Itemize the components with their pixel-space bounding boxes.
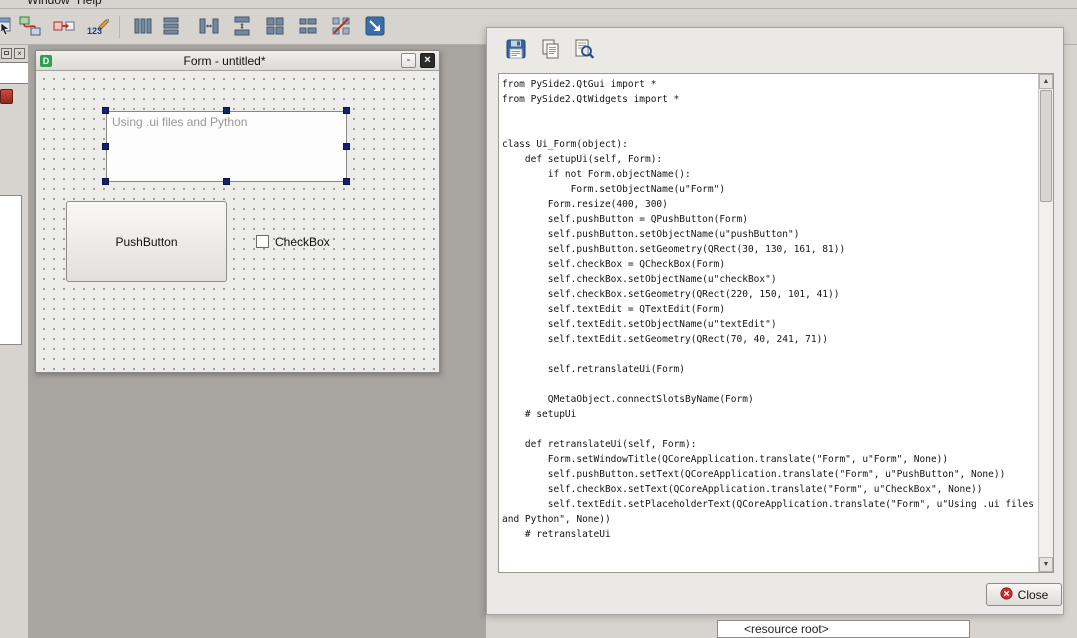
- form-window-title: Form - untitled*: [52, 54, 397, 68]
- lay-out-in-a-grid-icon: [264, 15, 286, 40]
- lay-out-horizontally-in-splitter-icon: [198, 15, 220, 40]
- edit-widgets-button[interactable]: [0, 13, 17, 41]
- save-icon: [505, 38, 527, 63]
- edit-buddies-button[interactable]: [50, 13, 78, 41]
- lay-out-horizontally-button[interactable]: [129, 13, 157, 41]
- break-layout-button[interactable]: [327, 13, 355, 41]
- form-window-titlebar[interactable]: D Form - untitled* - ×: [36, 51, 439, 71]
- selection-handle-bottom-right[interactable]: [343, 178, 350, 185]
- lay-out-horizontally-in-splitter-button[interactable]: [195, 13, 223, 41]
- copy-icon: [539, 38, 561, 63]
- adjust-size-button[interactable]: [361, 13, 389, 41]
- close-button-label: Close: [1018, 588, 1049, 602]
- checkbox-label: CheckBox: [275, 235, 330, 249]
- close-icon: [1000, 587, 1013, 603]
- code-viewer: from PySide2.QtGui import * from PySide2…: [498, 73, 1054, 573]
- find-icon: [573, 38, 595, 63]
- edit-buddies-icon: [53, 15, 75, 40]
- checkbox-widget[interactable]: CheckBox: [256, 221, 357, 262]
- selection-handle-bottom-center[interactable]: [223, 178, 230, 185]
- scrollbar-up-arrow[interactable]: ▲: [1039, 74, 1053, 89]
- menu-help[interactable]: Help: [77, 0, 102, 7]
- scrollbar-thumb[interactable]: [1040, 90, 1052, 202]
- selection-handle-top-right[interactable]: [343, 107, 350, 114]
- menu-window[interactable]: Window: [27, 0, 70, 7]
- edit-tab-order-label: 123: [87, 26, 102, 36]
- form-window-icon: D: [40, 55, 52, 67]
- save-code-button[interactable]: [503, 37, 529, 63]
- textedit-widget[interactable]: Using .ui files and Python: [106, 111, 347, 182]
- lay-out-in-a-form-layout-button[interactable]: [294, 13, 322, 41]
- edit-signals-slots-button[interactable]: [16, 13, 44, 41]
- lay-out-in-a-grid-button[interactable]: [261, 13, 289, 41]
- toolbar-separator: [119, 16, 120, 38]
- textedit-placeholder: Using .ui files and Python: [112, 115, 247, 129]
- code-text[interactable]: from PySide2.QtGui import * from PySide2…: [502, 77, 1035, 569]
- selection-handle-bottom-left[interactable]: [102, 178, 109, 185]
- form-close-button[interactable]: ×: [420, 53, 435, 68]
- edit-widgets-icon: [0, 15, 14, 40]
- lay-out-vertically-in-splitter-icon: [231, 15, 253, 40]
- code-vertical-scrollbar[interactable]: ▲ ▼: [1038, 74, 1053, 572]
- find-code-button[interactable]: [571, 37, 597, 63]
- selection-handle-top-left[interactable]: [102, 107, 109, 114]
- pushbutton-widget[interactable]: PushButton: [66, 201, 227, 282]
- checkbox-indicator[interactable]: [256, 235, 269, 248]
- view-code-dialog: from PySide2.QtGui import * from PySide2…: [486, 27, 1064, 615]
- lay-out-vertically-button[interactable]: [157, 13, 185, 41]
- edit-tab-order-button[interactable]: 123: [84, 13, 112, 41]
- copy-code-button[interactable]: [537, 37, 563, 63]
- dock-close-icon: ×: [17, 49, 22, 58]
- break-layout-icon: [330, 15, 352, 40]
- resource-root-label: <resource root>: [744, 622, 829, 636]
- scrollbar-down-arrow[interactable]: ▼: [1039, 557, 1053, 572]
- lay-out-vertically-in-splitter-button[interactable]: [228, 13, 256, 41]
- dock-close-button[interactable]: ×: [14, 48, 25, 59]
- pushbutton-label: PushButton: [115, 235, 177, 249]
- dock-float-button[interactable]: [1, 48, 12, 59]
- edit-signals-slots-icon: [19, 15, 41, 40]
- lay-out-in-a-form-layout-icon: [297, 15, 319, 40]
- lay-out-vertically-icon: [160, 15, 182, 40]
- lay-out-horizontally-icon: [132, 15, 154, 40]
- widgetbox-item-icon: [0, 89, 13, 104]
- close-dialog-button[interactable]: Close: [986, 583, 1062, 606]
- mdi-area: D Form - untitled* - × Using .ui files a…: [28, 45, 486, 638]
- form-designer-window: D Form - untitled* - × Using .ui files a…: [35, 50, 440, 373]
- resource-browser-root-item[interactable]: <resource root>: [717, 620, 970, 638]
- adjust-size-icon: [364, 15, 386, 40]
- selection-handle-mid-left[interactable]: [102, 143, 109, 150]
- selection-handle-mid-right[interactable]: [343, 143, 350, 150]
- menubar: Window Help: [0, 0, 1077, 9]
- form-canvas[interactable]: Using .ui files and Python PushButton Ch…: [36, 71, 439, 372]
- widgetbox-list-panel[interactable]: [0, 195, 22, 345]
- selection-handle-top-center[interactable]: [223, 107, 230, 114]
- form-minimize-button[interactable]: -: [401, 53, 416, 68]
- dock-float-icon: [4, 51, 9, 55]
